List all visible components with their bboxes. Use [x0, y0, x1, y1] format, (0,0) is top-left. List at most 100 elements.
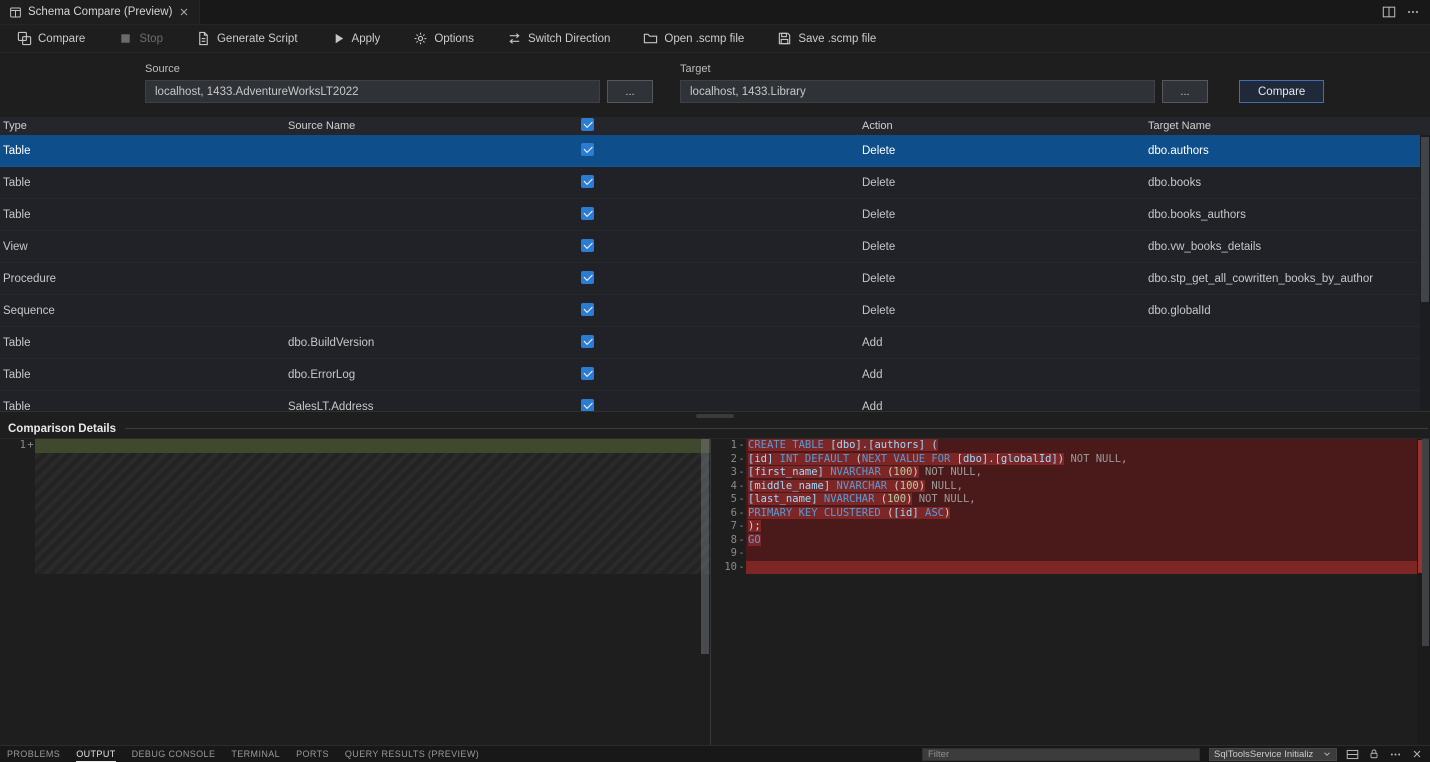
- panel-tab-problems[interactable]: PROBLEMS: [7, 746, 60, 762]
- diff-marker: -: [737, 453, 746, 467]
- grid-scrollbar[interactable]: [1420, 135, 1430, 411]
- source-browse-button[interactable]: ...: [607, 80, 653, 103]
- details-resize-handle[interactable]: [0, 411, 1430, 419]
- comparison-details-header: Comparison Details: [0, 419, 1430, 438]
- output-channel-select[interactable]: SqlToolsService Initializ: [1209, 748, 1337, 761]
- column-header-action[interactable]: Action: [855, 120, 1140, 132]
- include-checkbox[interactable]: [581, 175, 594, 188]
- include-checkbox[interactable]: [581, 303, 594, 316]
- panel-tab-terminal[interactable]: TERMINAL: [231, 746, 280, 762]
- source-group: Source ...: [145, 63, 653, 103]
- generate-script-icon: [196, 31, 211, 46]
- code-token: NOT NULL,: [1064, 453, 1127, 465]
- row-action: Delete: [855, 241, 1140, 253]
- options-gear-icon: [413, 31, 428, 46]
- code-token: NEXT VALUE FOR: [862, 453, 957, 465]
- code-line: 2-[id] INT DEFAULT (NEXT VALUE FOR [dbo]…: [711, 453, 1430, 467]
- schema-diff-row[interactable]: TableDeletedbo.books_authors: [0, 199, 1430, 231]
- more-actions-icon[interactable]: [1406, 5, 1420, 19]
- open-scmp-file-button[interactable]: Open .scmp file: [634, 28, 753, 49]
- resize-grip[interactable]: [696, 414, 734, 418]
- line-content: [middle_name] NVARCHAR (100) NULL,: [746, 480, 1430, 494]
- panel-tab-output[interactable]: OUTPUT: [76, 746, 115, 762]
- close-tab-icon[interactable]: [178, 6, 190, 18]
- switch-direction-button[interactable]: Switch Direction: [498, 28, 619, 49]
- row-target-name: dbo.globalId: [1140, 305, 1430, 317]
- panel-tab-debug-console[interactable]: DEBUG CONSOLE: [132, 746, 216, 762]
- row-type: Table: [0, 401, 285, 412]
- diff-target-pane[interactable]: 1-CREATE TABLE [dbo].[authors] (2-[id] I…: [711, 439, 1430, 745]
- column-header-target-name[interactable]: Target Name: [1140, 120, 1430, 132]
- schema-compare-grid: Type Source Name Action Target Name Tabl…: [0, 117, 1430, 411]
- compare-button[interactable]: Compare: [8, 28, 94, 49]
- code-line: 6-PRIMARY KEY CLUSTERED ([id] ASC): [711, 507, 1430, 521]
- schema-diff-row[interactable]: SequenceDeletedbo.globalId: [0, 295, 1430, 327]
- target-scrollbar-thumb[interactable]: [1422, 439, 1429, 646]
- include-checkbox[interactable]: [581, 239, 594, 252]
- diff-source-pane[interactable]: 1+: [0, 439, 711, 745]
- compare-run-button[interactable]: Compare: [1239, 80, 1324, 103]
- grid-header-row: Type Source Name Action Target Name: [0, 117, 1430, 135]
- target-code-area: 1-CREATE TABLE [dbo].[authors] (2-[id] I…: [711, 439, 1430, 574]
- row-target-name: dbo.vw_books_details: [1140, 241, 1430, 253]
- editor-tab-bar: Schema Compare (Preview): [0, 0, 1430, 25]
- include-checkbox[interactable]: [581, 367, 594, 380]
- schema-diff-row[interactable]: TableSalesLT.AddressAdd: [0, 391, 1430, 411]
- grid-scrollbar-thumb[interactable]: [1421, 137, 1429, 302]
- lock-scroll-icon[interactable]: [1368, 748, 1380, 760]
- details-rule: [125, 428, 1428, 429]
- line-number: 1: [711, 439, 737, 453]
- target-browse-button[interactable]: ...: [1162, 80, 1208, 103]
- source-connection-input[interactable]: [145, 80, 600, 103]
- apply-button[interactable]: Apply: [322, 28, 390, 49]
- code-token: [last_name]: [748, 493, 818, 505]
- source-pane-scrollbar[interactable]: [700, 439, 710, 745]
- output-filter-input[interactable]: [922, 748, 1200, 761]
- schema-diff-row[interactable]: Tabledbo.ErrorLogAdd: [0, 359, 1430, 391]
- include-checkbox[interactable]: [581, 143, 594, 156]
- code-token: [818, 493, 824, 505]
- schema-diff-row[interactable]: TableDeletedbo.books: [0, 167, 1430, 199]
- close-panel-icon[interactable]: [1411, 748, 1423, 760]
- row-include-cell: [577, 143, 855, 159]
- line-number: 7: [711, 520, 737, 534]
- row-action: Add: [855, 337, 1140, 349]
- connection-section: Source ... Target ... Compare: [0, 53, 1430, 117]
- diff-marker: -: [737, 561, 746, 575]
- code-token: ): [944, 507, 950, 519]
- code-token: 100: [900, 480, 919, 492]
- save-scmp-file-button[interactable]: Save .scmp file: [768, 28, 885, 49]
- panel-tab-query-results-preview-[interactable]: QUERY RESULTS (PREVIEW): [345, 746, 479, 762]
- tab-schema-compare[interactable]: Schema Compare (Preview): [0, 0, 200, 24]
- target-connection-input[interactable]: [680, 80, 1155, 103]
- schema-diff-row[interactable]: ProcedureDeletedbo.stp_get_all_cowritten…: [0, 263, 1430, 295]
- include-checkbox[interactable]: [581, 399, 594, 412]
- save-file-icon: [777, 31, 792, 46]
- panel-more-icon[interactable]: [1389, 748, 1402, 761]
- diff-marker: -: [737, 466, 746, 480]
- row-action: Delete: [855, 305, 1140, 317]
- schema-diff-row[interactable]: Tabledbo.BuildVersionAdd: [0, 327, 1430, 359]
- schema-diff-row[interactable]: TableDeletedbo.authors: [0, 135, 1430, 167]
- code-line: 7-);: [711, 520, 1430, 534]
- include-checkbox[interactable]: [581, 335, 594, 348]
- split-panel-icon[interactable]: [1346, 748, 1359, 761]
- generate-script-button[interactable]: Generate Script: [187, 28, 307, 49]
- code-token: NVARCHAR: [824, 493, 881, 505]
- target-pane-scrollbar[interactable]: [1417, 439, 1430, 745]
- line-number: 1: [0, 439, 26, 453]
- column-header-source-name[interactable]: Source Name: [285, 120, 577, 132]
- source-scrollbar-thumb[interactable]: [701, 439, 709, 654]
- column-header-type[interactable]: Type: [0, 120, 285, 132]
- schema-diff-row[interactable]: ViewDeletedbo.vw_books_details: [0, 231, 1430, 263]
- toolbar-item-label: Apply: [352, 33, 381, 45]
- options-button[interactable]: Options: [404, 28, 483, 49]
- split-editor-icon[interactable]: [1382, 5, 1396, 19]
- select-all-checkbox[interactable]: [581, 118, 594, 131]
- open-file-icon: [643, 31, 658, 46]
- include-checkbox[interactable]: [581, 207, 594, 220]
- row-action: Delete: [855, 177, 1140, 189]
- code-line: 1-CREATE TABLE [dbo].[authors] (: [711, 439, 1430, 453]
- include-checkbox[interactable]: [581, 271, 594, 284]
- panel-tab-ports[interactable]: PORTS: [296, 746, 329, 762]
